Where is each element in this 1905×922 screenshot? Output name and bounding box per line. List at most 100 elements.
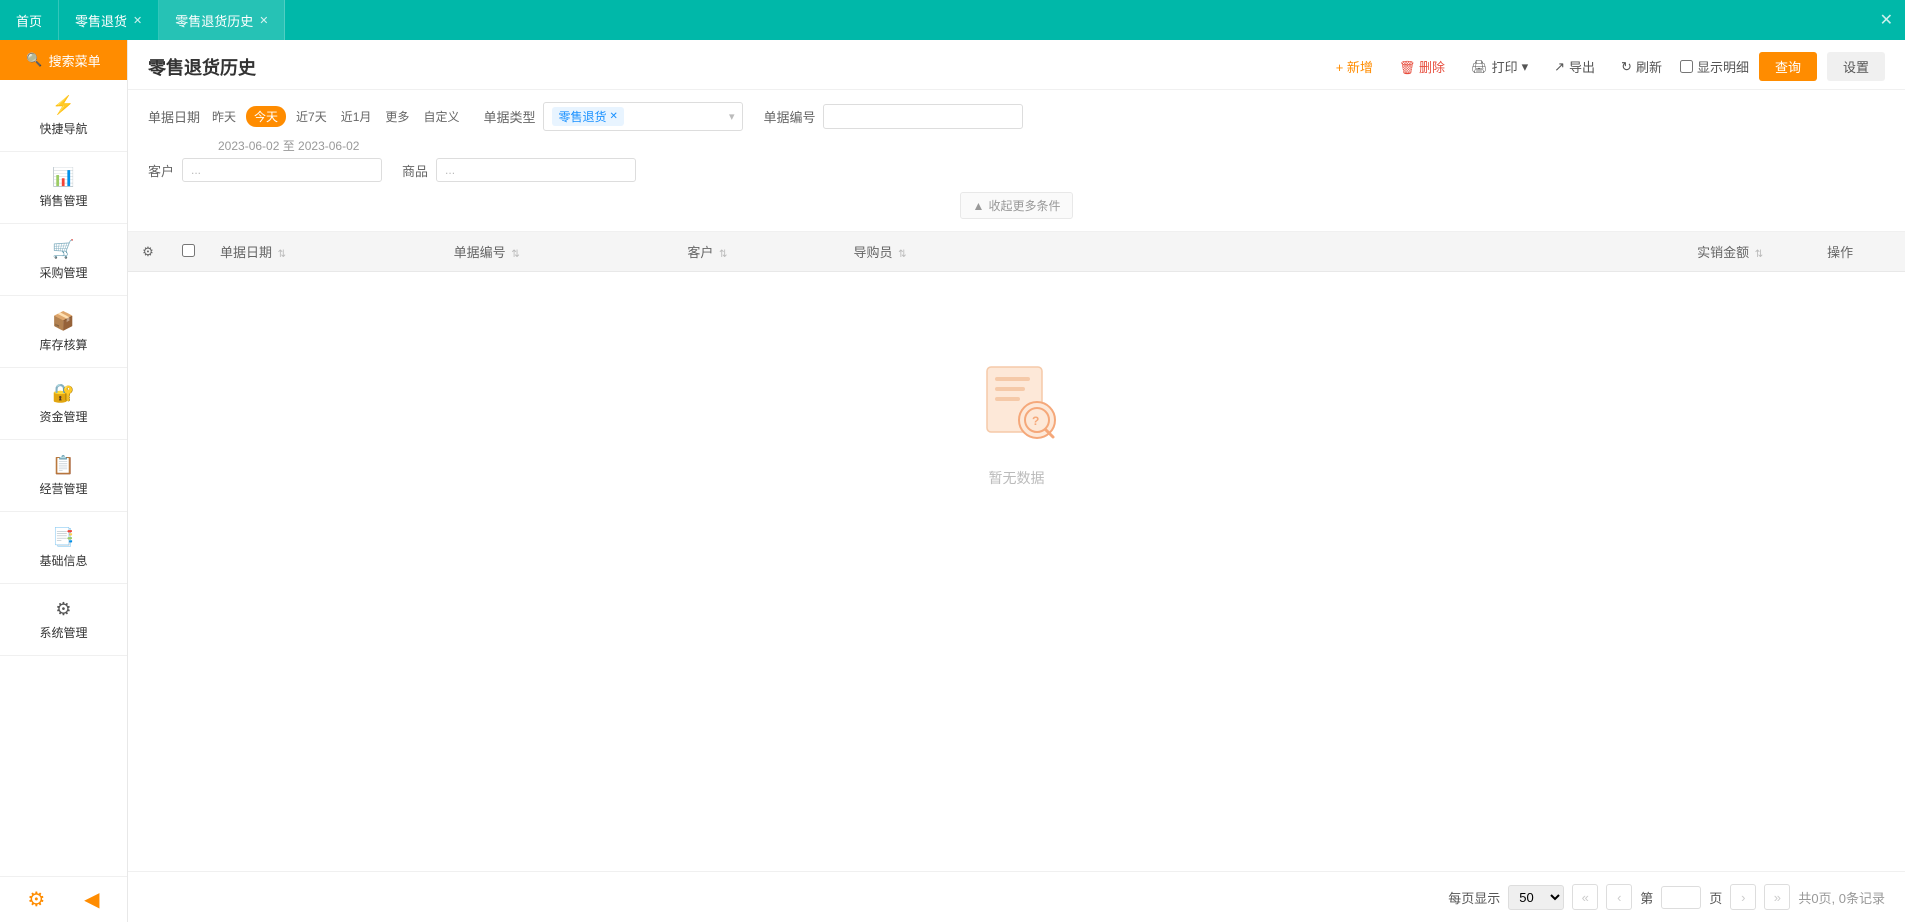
collapse-sidebar-icon[interactable]: ◀: [84, 887, 99, 912]
total-info: 共0页, 0条记录: [1798, 888, 1885, 907]
date-btn-7days[interactable]: 近7天: [292, 106, 331, 127]
product-placeholder: ...: [445, 163, 455, 177]
number-filter-input[interactable]: [823, 104, 1023, 129]
export-icon: ↗: [1554, 59, 1565, 75]
sidebar-item-quick-nav[interactable]: ⚡ 快捷导航: [0, 80, 127, 152]
col-action: 操作: [1775, 232, 1905, 272]
col-customer-sort-icon: ⇅: [719, 249, 727, 260]
date-btn-more[interactable]: 更多: [381, 106, 413, 127]
next-page-btn[interactable]: ›: [1730, 884, 1756, 910]
content-area: 零售退货历史 + 新增 🗑 删除 🖨 打印 ▾ ↗ 导出 ↻ 刷新: [128, 40, 1905, 922]
tab-retail-return-history-label: 零售退货历史: [175, 11, 253, 30]
sidebar-item-system-mgmt[interactable]: ⚙ 系统管理: [0, 584, 127, 656]
per-page-label: 每页显示: [1448, 888, 1500, 907]
prev-page-btn[interactable]: ‹: [1606, 884, 1632, 910]
page-unit: 页: [1709, 888, 1722, 907]
per-page-select[interactable]: 50 100 200: [1508, 885, 1564, 910]
sidebar-item-basic-info[interactable]: 📑 基础信息: [0, 512, 127, 584]
page-title: 零售退货历史: [148, 54, 256, 80]
print-chevron-icon: ▾: [1522, 59, 1529, 75]
col-amount[interactable]: 实销金额 ⇅: [1541, 232, 1775, 272]
empty-row: ? 暂无数据: [128, 272, 1905, 569]
sidebar-item-purchase-mgmt[interactable]: 🛒 采购管理: [0, 224, 127, 296]
date-filter-buttons: 昨天 今天 近7天 近1月 更多 自定义: [208, 106, 463, 127]
new-button[interactable]: + 新增: [1328, 53, 1381, 80]
show-detail-label[interactable]: 显示明细: [1680, 57, 1749, 76]
delete-button[interactable]: 🗑 删除: [1391, 53, 1453, 80]
tab-retail-return-history-close[interactable]: ✕: [259, 14, 268, 27]
page-label: 第: [1640, 888, 1653, 907]
tab-retail-return-close[interactable]: ✕: [133, 14, 142, 27]
date-btn-1month[interactable]: 近1月: [337, 106, 376, 127]
collapse-button[interactable]: ▲ 收起更多条件: [960, 192, 1074, 219]
tab-home[interactable]: 首页: [0, 0, 59, 40]
type-dropdown-icon: ▾: [729, 110, 735, 123]
ops-mgmt-icon: 📋: [53, 454, 75, 476]
sidebar-item-basic-label: 基础信息: [39, 552, 87, 569]
col-date[interactable]: 单据日期 ⇅: [208, 232, 442, 272]
tab-bar: 首页 零售退货 ✕ 零售退货历史 ✕: [0, 0, 1868, 40]
query-button[interactable]: 查询: [1759, 52, 1817, 81]
refresh-label: 刷新: [1636, 57, 1662, 76]
type-filter-label: 单据类型: [483, 107, 535, 126]
filter-type: 单据类型 零售退货 ✕ ▾: [483, 102, 743, 131]
finance-mgmt-icon: 🔐: [53, 382, 75, 404]
main-layout: 🔍 搜索菜单 ⚡ 快捷导航 📊 销售管理 🛒 采购管理 📦 库存核算 🔐 资金管…: [0, 40, 1905, 922]
sidebar: 🔍 搜索菜单 ⚡ 快捷导航 📊 销售管理 🛒 采购管理 📦 库存核算 🔐 资金管…: [0, 40, 128, 922]
purchase-mgmt-icon: 🛒: [53, 238, 75, 260]
page-number-input[interactable]: 1: [1661, 886, 1701, 909]
print-label: 打印: [1492, 57, 1518, 76]
filter-number: 单据编号: [763, 104, 1023, 129]
setting-button[interactable]: 设置: [1827, 52, 1885, 81]
sidebar-item-system-label: 系统管理: [39, 624, 87, 641]
customer-filter-select[interactable]: ...: [182, 158, 382, 182]
inventory-icon: 📦: [53, 310, 75, 332]
last-page-btn[interactable]: »: [1764, 884, 1790, 910]
show-detail-checkbox[interactable]: [1680, 60, 1693, 73]
refresh-button[interactable]: ↻ 刷新: [1613, 53, 1670, 80]
sidebar-item-sales-mgmt[interactable]: 📊 销售管理: [0, 152, 127, 224]
tab-retail-return[interactable]: 零售退货 ✕: [59, 0, 159, 40]
date-btn-custom[interactable]: 自定义: [419, 106, 463, 127]
filter-row-2: 客户 ... 商品 ...: [148, 158, 1885, 182]
product-filter-select[interactable]: ...: [436, 158, 636, 182]
col-number[interactable]: 单据编号 ⇅: [442, 232, 676, 272]
first-page-btn[interactable]: «: [1572, 884, 1598, 910]
col-spacer: [1041, 232, 1541, 272]
type-filter-select[interactable]: 零售退货 ✕ ▾: [543, 102, 743, 131]
product-filter-label: 商品: [402, 161, 428, 180]
empty-text: 暂无数据: [989, 468, 1045, 488]
date-btn-today[interactable]: 今天: [246, 106, 286, 127]
print-button[interactable]: 🖨 打印 ▾: [1463, 53, 1536, 80]
sidebar-item-inventory-label: 库存核算: [39, 336, 87, 353]
export-button[interactable]: ↗ 导出: [1546, 53, 1603, 80]
sidebar-item-finance-mgmt[interactable]: 🔐 资金管理: [0, 368, 127, 440]
sidebar-item-purchase-label: 采购管理: [39, 264, 87, 281]
filter-row-date-range: 2023-06-02 至 2023-06-02: [148, 137, 1885, 154]
quick-nav-icon: ⚡: [53, 94, 75, 116]
sidebar-item-sales-label: 销售管理: [39, 192, 87, 209]
tab-retail-return-history[interactable]: 零售退货历史 ✕: [159, 0, 285, 40]
system-mgmt-icon: ⚙: [53, 598, 75, 620]
table-body: ? 暂无数据: [128, 272, 1905, 569]
col-guide-label: 导购员: [854, 245, 893, 260]
settings-bottom-icon[interactable]: ⚙: [27, 887, 45, 912]
sidebar-item-ops-mgmt[interactable]: 📋 经营管理: [0, 440, 127, 512]
col-customer-label: 客户: [687, 245, 713, 260]
select-all-checkbox[interactable]: [182, 244, 195, 257]
date-btn-yesterday[interactable]: 昨天: [208, 106, 240, 127]
sidebar-search[interactable]: 🔍 搜索菜单: [0, 40, 127, 80]
table-area: ⚙ 单据日期 ⇅ 单据编号 ⇅ 客户: [128, 232, 1905, 871]
tab-home-label: 首页: [16, 11, 42, 30]
col-guide[interactable]: 导购员 ⇅: [842, 232, 1042, 272]
col-customer[interactable]: 客户 ⇅: [675, 232, 841, 272]
toolbar: + 新增 🗑 删除 🖨 打印 ▾ ↗ 导出 ↻ 刷新 显示明细: [1328, 52, 1885, 81]
sidebar-search-label: 搜索菜单: [49, 51, 101, 70]
col-amount-sort-icon: ⇅: [1755, 249, 1763, 260]
sidebar-item-inventory[interactable]: 📦 库存核算: [0, 296, 127, 368]
close-window-icon[interactable]: ✕: [1880, 10, 1893, 30]
print-icon: 🖨: [1471, 59, 1488, 75]
type-tag-close[interactable]: ✕: [609, 111, 617, 122]
basic-info-icon: 📑: [53, 526, 75, 548]
col-settings[interactable]: ⚙: [128, 232, 168, 272]
